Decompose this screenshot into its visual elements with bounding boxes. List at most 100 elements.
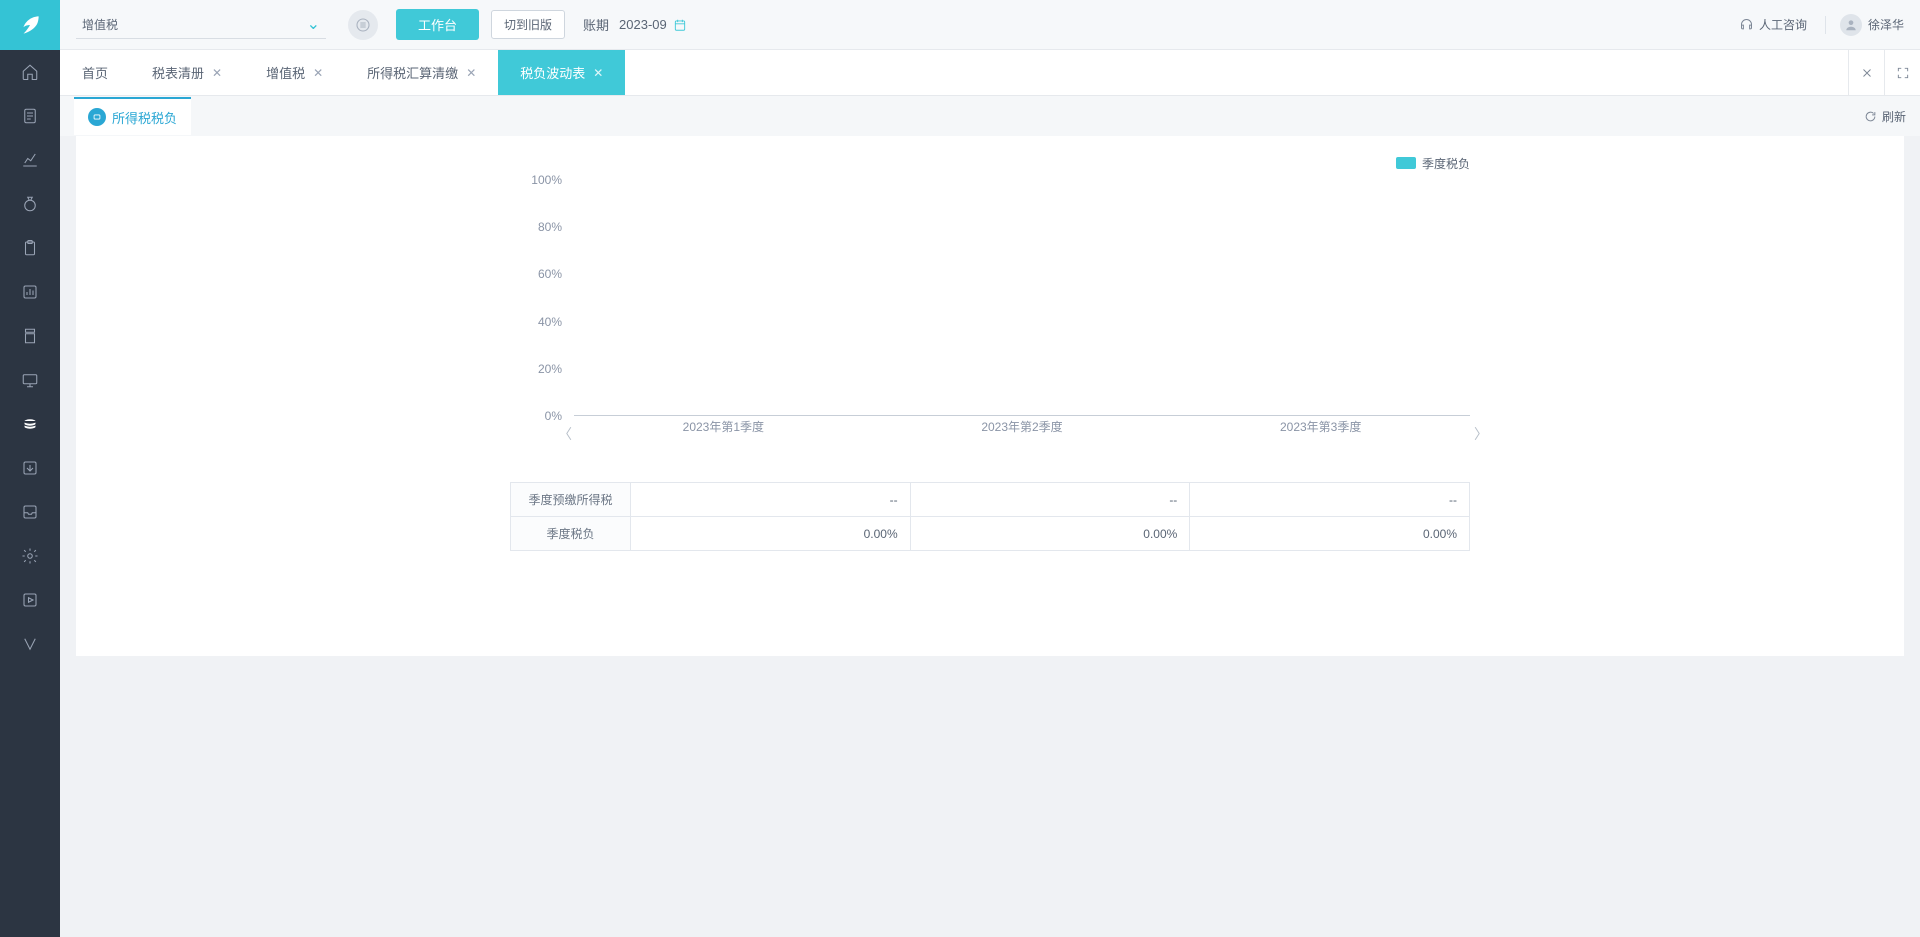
- data-table: 季度预缴所得税------季度税负0.00%0.00%0.00%: [510, 482, 1470, 551]
- tax-type-value: 增值税: [82, 16, 118, 33]
- refresh-button[interactable]: 刷新: [1864, 108, 1906, 125]
- nav-analytics[interactable]: [0, 138, 60, 182]
- fullscreen-button[interactable]: [1884, 50, 1920, 96]
- nav-inbox[interactable]: [0, 490, 60, 534]
- tax-type-selector[interactable]: 增值税 ⌄: [76, 10, 326, 39]
- chevron-down-icon: ⌄: [307, 14, 320, 34]
- table-cell: 0.00%: [1190, 517, 1470, 551]
- y-axis: 100%80%60%40%20%0%: [510, 180, 570, 416]
- stack-icon: [21, 415, 39, 433]
- tab-label: 税表清册: [152, 63, 204, 82]
- chart-next-button[interactable]: 〉: [1474, 424, 1488, 444]
- nav-tax-form[interactable]: [0, 314, 60, 358]
- app-logo[interactable]: [0, 0, 60, 50]
- nav-ledger[interactable]: [0, 226, 60, 270]
- v-icon: [21, 635, 39, 653]
- sidebar: [0, 0, 60, 937]
- money-bag-icon: [21, 195, 39, 213]
- nav-settings[interactable]: [0, 534, 60, 578]
- x-tick: 2023年第3季度: [1171, 418, 1470, 440]
- topbar: 增值税 ⌄ 工作台 切到旧版 账期 2023-09 人工咨询 徐泽华: [60, 0, 1920, 50]
- subtab-income-tax-burden[interactable]: 所得税税负: [74, 97, 191, 135]
- table-cell: --: [910, 483, 1190, 517]
- table-cell: 0.00%: [631, 517, 911, 551]
- nav-v[interactable]: [0, 622, 60, 666]
- y-tick: 20%: [538, 362, 562, 376]
- workspace-button[interactable]: 工作台: [396, 9, 479, 40]
- nav-report[interactable]: [0, 270, 60, 314]
- nav-display[interactable]: [0, 358, 60, 402]
- tab-label: 增值税: [266, 63, 305, 82]
- table-cell: --: [631, 483, 911, 517]
- subtab-label: 所得税税负: [112, 108, 177, 127]
- refresh-icon: [1864, 110, 1877, 123]
- expand-icon: [1896, 66, 1910, 80]
- nav-tax-active[interactable]: [0, 402, 60, 446]
- nav-video[interactable]: [0, 578, 60, 622]
- table-row: 季度税负0.00%0.00%0.00%: [511, 517, 1470, 551]
- chart-line-icon: [21, 151, 39, 169]
- chart-plot: 100%80%60%40%20%0% 〈 〉 2023年第1季度2023年第2季…: [510, 180, 1470, 440]
- tab-首页[interactable]: 首页: [60, 50, 130, 95]
- tab-close-icon[interactable]: ✕: [466, 66, 476, 80]
- table-cell: 0.00%: [910, 517, 1190, 551]
- username[interactable]: 徐泽华: [1868, 16, 1904, 33]
- tab-close-icon[interactable]: ✕: [593, 66, 603, 80]
- tab-close-icon[interactable]: ✕: [212, 66, 222, 80]
- monitor-icon: [21, 371, 39, 389]
- close-icon: [1860, 66, 1874, 80]
- user-icon: [1844, 18, 1858, 32]
- legend-swatch: [1396, 157, 1416, 169]
- period-value[interactable]: 2023-09: [619, 17, 667, 32]
- x-tick: 2023年第2季度: [873, 418, 1172, 440]
- content-area: 季度税负 100%80%60%40%20%0% 〈 〉 2023年第1季度202…: [60, 136, 1920, 937]
- export-icon: [21, 459, 39, 477]
- table-row: 季度预缴所得税------: [511, 483, 1470, 517]
- user-avatar[interactable]: [1840, 14, 1862, 36]
- document-icon: [21, 107, 39, 125]
- form-icon: [21, 327, 39, 345]
- y-tick: 100%: [531, 173, 562, 187]
- report-icon: [21, 283, 39, 301]
- calendar-icon[interactable]: [673, 18, 687, 32]
- y-tick: 80%: [538, 220, 562, 234]
- y-tick: 60%: [538, 267, 562, 281]
- tab-label: 所得税汇算清缴: [367, 63, 458, 82]
- sub-tabs-bar: 所得税税负 刷新: [60, 96, 1920, 136]
- nav-export[interactable]: [0, 446, 60, 490]
- badge-icon: [88, 108, 106, 126]
- row-label: 季度预缴所得税: [511, 483, 631, 517]
- table-cell: --: [1190, 483, 1470, 517]
- divider: [1825, 16, 1826, 34]
- tab-label: 首页: [82, 63, 108, 82]
- tabs-bar: 首页税表清册✕增值税✕所得税汇算清缴✕税负波动表✕: [60, 50, 1920, 96]
- tab-所得税汇算清缴[interactable]: 所得税汇算清缴 ✕: [345, 50, 498, 95]
- gear-icon: [21, 547, 39, 565]
- home-icon: [21, 63, 39, 81]
- support-link[interactable]: 人工咨询: [1739, 16, 1807, 33]
- nav-finance[interactable]: [0, 182, 60, 226]
- legend-label: 季度税负: [1422, 155, 1470, 172]
- switch-old-button[interactable]: 切到旧版: [491, 10, 565, 39]
- headset-icon: [1739, 17, 1754, 32]
- period-label: 账期: [583, 15, 609, 34]
- support-label: 人工咨询: [1759, 16, 1807, 33]
- tab-增值税[interactable]: 增值税 ✕: [244, 50, 345, 95]
- close-all-tabs-button[interactable]: [1848, 50, 1884, 96]
- inbox-icon: [21, 503, 39, 521]
- tab-税表清册[interactable]: 税表清册 ✕: [130, 50, 244, 95]
- tab-税负波动表[interactable]: 税负波动表✕: [498, 50, 625, 95]
- row-label: 季度税负: [511, 517, 631, 551]
- list-toggle-button[interactable]: [348, 10, 378, 40]
- list-icon: [355, 17, 371, 33]
- feather-icon: [17, 12, 43, 38]
- y-tick: 0%: [545, 409, 562, 423]
- play-square-icon: [21, 591, 39, 609]
- chart-panel: 季度税负 100%80%60%40%20%0% 〈 〉 2023年第1季度202…: [76, 136, 1904, 656]
- tab-close-icon[interactable]: ✕: [313, 66, 323, 80]
- refresh-label: 刷新: [1882, 108, 1906, 125]
- clipboard-icon: [21, 239, 39, 257]
- nav-doc[interactable]: [0, 94, 60, 138]
- nav-home[interactable]: [0, 50, 60, 94]
- chart-prev-button[interactable]: 〈: [558, 424, 572, 444]
